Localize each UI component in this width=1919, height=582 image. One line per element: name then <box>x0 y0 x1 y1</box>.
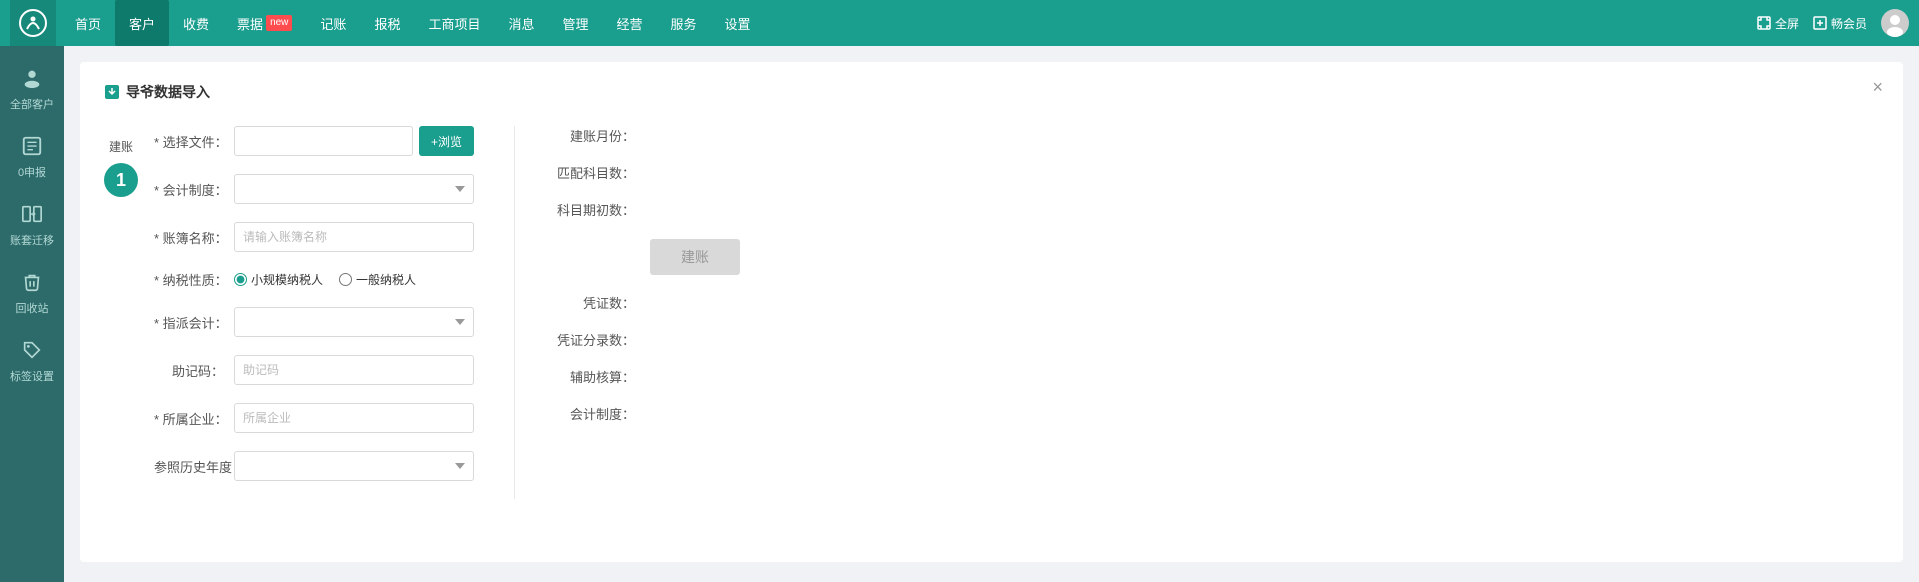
voucher-count-label: 凭证数： <box>555 293 645 312</box>
nav-right-actions: 全屏 畅会员 <box>1757 9 1909 37</box>
file-field-row: * 选择文件： +浏览 <box>154 126 474 156</box>
accounting-system-row: * 会计制度： <box>154 174 474 204</box>
import-icon <box>104 84 120 100</box>
accounting-system-select[interactable] <box>234 174 474 204</box>
build-btn-row: 建账 <box>555 239 835 275</box>
nav-message[interactable]: 消息 <box>494 0 548 46</box>
sidebar-item-tag-settings[interactable]: 标签设置 <box>0 326 64 394</box>
form-layout: 建账 1 * 选择文件： +浏览 <box>104 126 1879 499</box>
nav-customer[interactable]: 客户 <box>115 0 169 46</box>
step-circle: 1 <box>104 163 138 197</box>
form-left: 建账 1 * 选择文件： +浏览 <box>104 126 474 499</box>
accountant-label: * 指派会计： <box>154 313 234 332</box>
accountant-row: * 指派会计： <box>154 307 474 337</box>
company-input[interactable] <box>234 403 474 433</box>
period-initial-label: 科目期初数： <box>555 200 645 219</box>
memo-input[interactable] <box>234 355 474 385</box>
history-year-row: 参照历史年度： <box>154 451 474 481</box>
nav-business-project[interactable]: 工商项目 <box>414 0 494 46</box>
accounting-system-label: * 会计制度： <box>154 180 234 199</box>
ledger-name-input[interactable] <box>234 222 474 252</box>
right-accounting-system-row: 会计制度： <box>555 404 835 423</box>
history-year-label: 参照历史年度： <box>154 457 234 476</box>
match-subjects-row: 匹配科目数： <box>555 163 835 182</box>
sidebar-item-zero-report[interactable]: 0申报 <box>0 122 64 190</box>
panel: 导爷数据导入 × 建账 1 * 选择文件： <box>80 62 1903 562</box>
file-input-area: +浏览 <box>234 126 474 156</box>
aux-accounting-row: 辅助核算： <box>555 367 835 386</box>
tax-type-radio-group: 小规模纳税人 一般纳税人 <box>234 271 474 288</box>
new-badge: new <box>266 15 292 31</box>
build-month-label: 建账月份： <box>555 126 645 145</box>
tax-type-row: * 纳税性质： 小规模纳税人 一般纳税人 <box>154 270 474 289</box>
logo <box>10 0 56 46</box>
migrate-icon <box>18 200 46 228</box>
user-icon <box>18 64 46 92</box>
voucher-entries-row: 凭证分录数： <box>555 330 835 349</box>
main-content: 导爷数据导入 × 建账 1 * 选择文件： <box>64 46 1919 582</box>
member-button[interactable]: 畅会员 <box>1813 15 1867 32</box>
aux-accounting-label: 辅助核算： <box>555 367 645 386</box>
nav-settings[interactable]: 设置 <box>711 0 765 46</box>
nav-business[interactable]: 经营 <box>603 0 657 46</box>
build-account-button[interactable]: 建账 <box>650 239 740 275</box>
user-avatar[interactable] <box>1881 9 1909 37</box>
memo-label: 助记码： <box>154 361 234 380</box>
tax-small-input[interactable] <box>234 273 247 286</box>
file-input-display <box>234 126 413 156</box>
sidebar-item-all-customers[interactable]: 全部客户 <box>0 54 64 122</box>
panel-title: 导爷数据导入 <box>104 82 1879 102</box>
report-icon <box>18 132 46 160</box>
nav-billing[interactable]: 收费 <box>169 0 223 46</box>
voucher-count-row: 凭证数： <box>555 293 835 312</box>
ledger-name-label: * 账簿名称： <box>154 228 234 247</box>
form-right: 建账月份： 匹配科目数： 科目期初数： 建账 <box>555 126 835 499</box>
tax-general-radio[interactable]: 一般纳税人 <box>339 271 416 288</box>
tax-type-label: * 纳税性质： <box>154 270 234 289</box>
nav-bookkeeping[interactable]: 记账 <box>306 0 360 46</box>
sidebar-item-trash[interactable]: 回收站 <box>0 258 64 326</box>
form-section: * 选择文件： +浏览 * 会计制度： <box>154 126 474 499</box>
voucher-entries-label: 凭证分录数： <box>555 330 645 349</box>
nav-tax[interactable]: 报税 <box>360 0 414 46</box>
nav-service[interactable]: 服务 <box>657 0 711 46</box>
right-accounting-system-label: 会计制度： <box>555 404 645 423</box>
close-button[interactable]: × <box>1872 78 1883 96</box>
build-month-row: 建账月份： <box>555 126 835 145</box>
trash-icon <box>18 268 46 296</box>
ledger-name-row: * 账簿名称： <box>154 222 474 252</box>
company-label: * 所属企业： <box>154 409 234 428</box>
period-initial-row: 科目期初数： <box>555 200 835 219</box>
match-subjects-label: 匹配科目数： <box>555 163 645 182</box>
fullscreen-button[interactable]: 全屏 <box>1757 15 1799 32</box>
form-divider <box>514 126 515 499</box>
browse-button[interactable]: +浏览 <box>419 126 474 156</box>
top-navigation: 首页 客户 收费 票据 new 记账 报税 工商项目 消息 管理 经营 服务 设… <box>0 0 1919 46</box>
tax-general-input[interactable] <box>339 273 352 286</box>
nav-management[interactable]: 管理 <box>548 0 602 46</box>
nav-home[interactable]: 首页 <box>61 0 115 46</box>
memo-row: 助记码： <box>154 355 474 385</box>
step-label: 建账 <box>109 138 133 155</box>
history-year-select[interactable] <box>234 451 474 481</box>
sidebar-item-account-migrate[interactable]: 账套迁移 <box>0 190 64 258</box>
accountant-select[interactable] <box>234 307 474 337</box>
tag-icon <box>18 336 46 364</box>
company-row: * 所属企业： <box>154 403 474 433</box>
tax-small-radio[interactable]: 小规模纳税人 <box>234 271 323 288</box>
main-layout: 全部客户 0申报 账套迁移 <box>0 46 1919 582</box>
sidebar: 全部客户 0申报 账套迁移 <box>0 46 64 582</box>
nav-invoice[interactable]: 票据 new <box>223 0 306 46</box>
file-label: * 选择文件： <box>154 132 234 151</box>
